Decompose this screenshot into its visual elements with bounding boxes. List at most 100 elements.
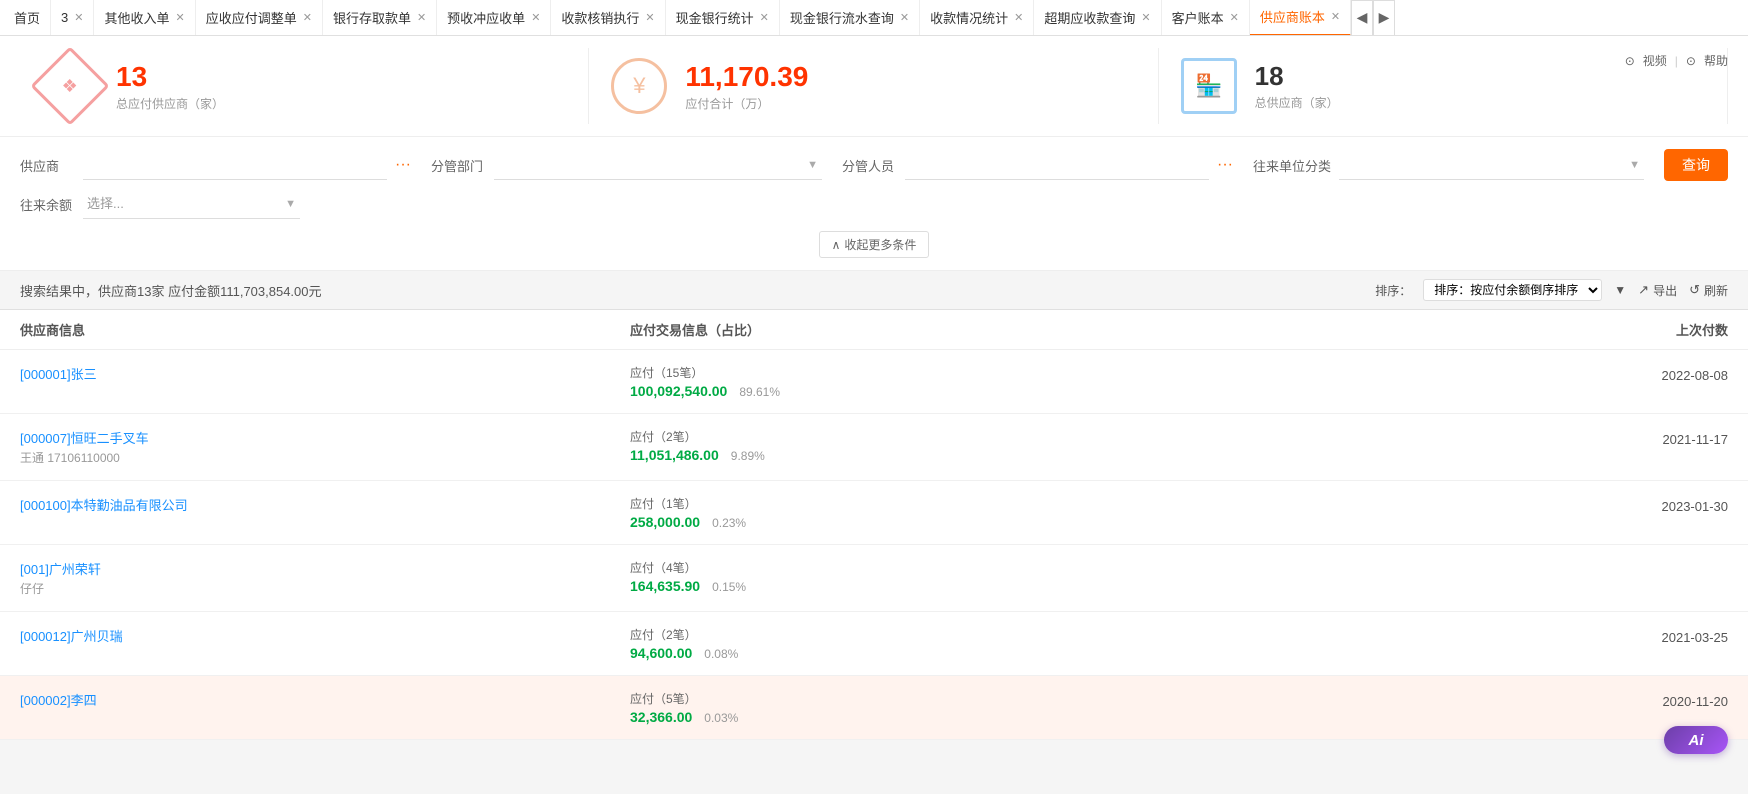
nav-tab-prepay-collect-close[interactable]: ✕ — [531, 11, 540, 24]
supplier-link-1[interactable]: [000001]张三 — [20, 367, 97, 382]
table-row[interactable]: [000002]李四 应付（5笔） 32,366.00 0.03% 2020-1… — [0, 676, 1748, 740]
collapse-label: 收起更多条件 — [844, 236, 916, 253]
supplier-link-2[interactable]: [000007]恒旺二手叉车 — [20, 431, 149, 446]
nav-tab-other-income-close[interactable]: ✕ — [175, 11, 184, 24]
nav-arrow-left[interactable]: ◀ — [1351, 0, 1373, 36]
nav-tab-collect-verify-close[interactable]: ✕ — [645, 11, 654, 24]
header-supplier: 供应商信息 — [20, 320, 630, 339]
nav-tab-cash-bank-stat-label: 现金银行统计 — [676, 8, 754, 27]
table-row[interactable]: [000100]本特勤油品有限公司 应付（1笔） 258,000.00 0.23… — [0, 481, 1748, 545]
collapse-button[interactable]: ∧ 收起更多条件 — [819, 231, 930, 258]
nav-tab-customer-account[interactable]: 客户账本 ✕ — [1162, 0, 1250, 36]
total-label: 总供应商（家） — [1255, 94, 1339, 111]
nav-tab-3-close[interactable]: ✕ — [74, 11, 83, 24]
tx-percent-6: 0.03% — [704, 711, 738, 725]
nav-tab-3-label: 3 — [61, 10, 68, 25]
summary-bar: ❖ 13 总应付供应商（家） ¥ 11,170.39 应付合计（万） 🏪 18 … — [0, 36, 1748, 137]
supplier-link-5[interactable]: [000012]广州贝瑞 — [20, 629, 123, 644]
dept-filter-select[interactable] — [494, 150, 822, 180]
tx-amount-6[interactable]: 32,366.00 — [630, 709, 692, 725]
export-button[interactable]: ↗ 导出 — [1638, 282, 1677, 299]
table-row[interactable]: [000001]张三 应付（15笔） 100,092,540.00 89.61%… — [0, 350, 1748, 414]
table-row[interactable]: [001]广州荣轩 仔仔 应付（4笔） 164,635.90 0.15% — [0, 545, 1748, 612]
nav-tab-supplier-account-close[interactable]: ✕ — [1331, 10, 1340, 23]
tx-percent-3: 0.23% — [712, 516, 746, 530]
supplier-info-1: [000001]张三 — [20, 364, 630, 385]
supplier-name-5: 广州贝瑞 — [71, 629, 123, 644]
nav-arrow-right[interactable]: ▶ — [1373, 0, 1395, 36]
nav-tab-cash-bank-stat[interactable]: 现金银行统计 ✕ — [666, 0, 780, 36]
filter-person: 分管人员 ··· — [842, 150, 1233, 180]
amount-count: 11,170.39 — [685, 60, 808, 94]
query-button[interactable]: 查询 — [1664, 149, 1728, 181]
refresh-label: 刷新 — [1704, 282, 1728, 299]
supplier-filter-input[interactable] — [83, 150, 387, 180]
nav-tab-supplier-account[interactable]: 供应商账本 ✕ — [1250, 0, 1351, 36]
filter-dept: 分管部门 ▼ — [431, 150, 822, 180]
refresh-button[interactable]: ↺ 刷新 — [1689, 282, 1728, 299]
supplier-info-4: [001]广州荣轩 仔仔 — [20, 559, 630, 597]
nav-tab-3[interactable]: 3 ✕ — [51, 0, 94, 36]
supplier-name-6: 李四 — [71, 693, 97, 708]
total-count: 18 — [1255, 61, 1339, 92]
supplier-filter-dots[interactable]: ··· — [395, 156, 411, 174]
nav-tab-ap-adjust[interactable]: 应收应付调整单 ✕ — [196, 0, 323, 36]
supplier-link-3[interactable]: [000100]本特勤油品有限公司 — [20, 498, 188, 513]
last-pay-6: 2020-11-20 — [1362, 690, 1728, 709]
person-filter-input[interactable] — [905, 150, 1209, 180]
video-link[interactable]: 视频 — [1643, 52, 1667, 69]
nav-tab-cash-bank-stat-close[interactable]: ✕ — [760, 11, 769, 24]
ai-bubble[interactable]: Ai — [1664, 726, 1728, 754]
nav-tab-collect-verify[interactable]: 收款核销执行 ✕ — [551, 0, 665, 36]
filter-balance: 往来余额 选择... ▼ — [20, 189, 300, 219]
category-filter-select[interactable] — [1339, 150, 1644, 180]
balance-filter-select[interactable]: 选择... — [83, 189, 300, 219]
tx-amount-4[interactable]: 164,635.90 — [630, 578, 700, 594]
nav-tab-overdue-collect[interactable]: 超期应收款查询 ✕ — [1034, 0, 1161, 36]
summary-icon-total: 🏪 — [1179, 56, 1239, 116]
last-pay-1: 2022-08-08 — [1362, 364, 1728, 383]
nav-tab-collect-verify-label: 收款核销执行 — [561, 8, 639, 27]
nav-tab-cash-bank-flow-label: 现金银行流水查询 — [790, 8, 894, 27]
top-right-links: ⊙ 视频 | ⊙ 帮助 — [1625, 52, 1728, 69]
table-row[interactable]: [000012]广州贝瑞 应付（2笔） 94,600.00 0.08% 2021… — [0, 612, 1748, 676]
collapse-up-icon: ∧ — [832, 238, 841, 252]
nav-tab-other-income[interactable]: 其他收入单 ✕ — [94, 0, 195, 36]
nav-tab-overdue-collect-label: 超期应收款查询 — [1044, 8, 1135, 27]
filter-area: 供应商 ··· 分管部门 ▼ 分管人员 ··· 往来单位分类 — [0, 137, 1748, 271]
nav-tab-collect-stat-close[interactable]: ✕ — [1014, 11, 1023, 24]
nav-tab-overdue-collect-close[interactable]: ✕ — [1141, 11, 1150, 24]
nav-tab-cash-bank-flow-close[interactable]: ✕ — [900, 11, 909, 24]
sort-label: 排序： — [1375, 282, 1411, 299]
tx-percent-2: 9.89% — [731, 449, 765, 463]
nav-tab-bank-deposit-label: 银行存取款单 — [333, 8, 411, 27]
supplier-code-2: [000007] — [20, 431, 71, 446]
nav-tab-bank-deposit-close[interactable]: ✕ — [417, 11, 426, 24]
nav-tab-cash-bank-flow[interactable]: 现金银行流水查询 ✕ — [780, 0, 920, 36]
nav-tab-customer-account-close[interactable]: ✕ — [1230, 11, 1239, 24]
tx-amount-3[interactable]: 258,000.00 — [630, 514, 700, 530]
sort-select[interactable]: 排序：按应付余额倒序排序 — [1423, 279, 1602, 301]
person-filter-dots[interactable]: ··· — [1217, 156, 1233, 174]
filter-category: 往来单位分类 ▼ — [1253, 150, 1644, 180]
supplier-link-6[interactable]: [000002]李四 — [20, 693, 97, 708]
tx-amount-5[interactable]: 94,600.00 — [630, 645, 692, 661]
nav-tab-home[interactable]: 首页 — [4, 0, 51, 36]
table-row[interactable]: [000007]恒旺二手叉车 王通 17106110000 应付（2笔） 11,… — [0, 414, 1748, 481]
filter-row-2: 往来余额 选择... ▼ — [20, 189, 1728, 219]
help-link[interactable]: 帮助 — [1704, 52, 1728, 69]
tx-amount-2[interactable]: 11,051,486.00 — [630, 447, 719, 463]
nav-tab-collect-stat[interactable]: 收款情况统计 ✕ — [920, 0, 1034, 36]
tx-amount-1[interactable]: 100,092,540.00 — [630, 383, 727, 399]
coin-icon: ¥ — [611, 58, 667, 114]
nav-tab-bank-deposit[interactable]: 银行存取款单 ✕ — [323, 0, 437, 36]
supplier-link-4[interactable]: [001]广州荣轩 — [20, 562, 101, 577]
nav-tab-prepay-collect-label: 预收冲应收单 — [447, 8, 525, 27]
nav-tab-prepay-collect[interactable]: 预收冲应收单 ✕ — [437, 0, 551, 36]
person-filter-label: 分管人员 — [842, 156, 897, 175]
tx-percent-4: 0.15% — [712, 580, 746, 594]
supplier-name-3: 本特勤油品有限公司 — [71, 498, 188, 513]
last-pay-5: 2021-03-25 — [1362, 626, 1728, 645]
refresh-icon: ↺ — [1689, 282, 1700, 298]
nav-tab-ap-adjust-close[interactable]: ✕ — [303, 11, 312, 24]
